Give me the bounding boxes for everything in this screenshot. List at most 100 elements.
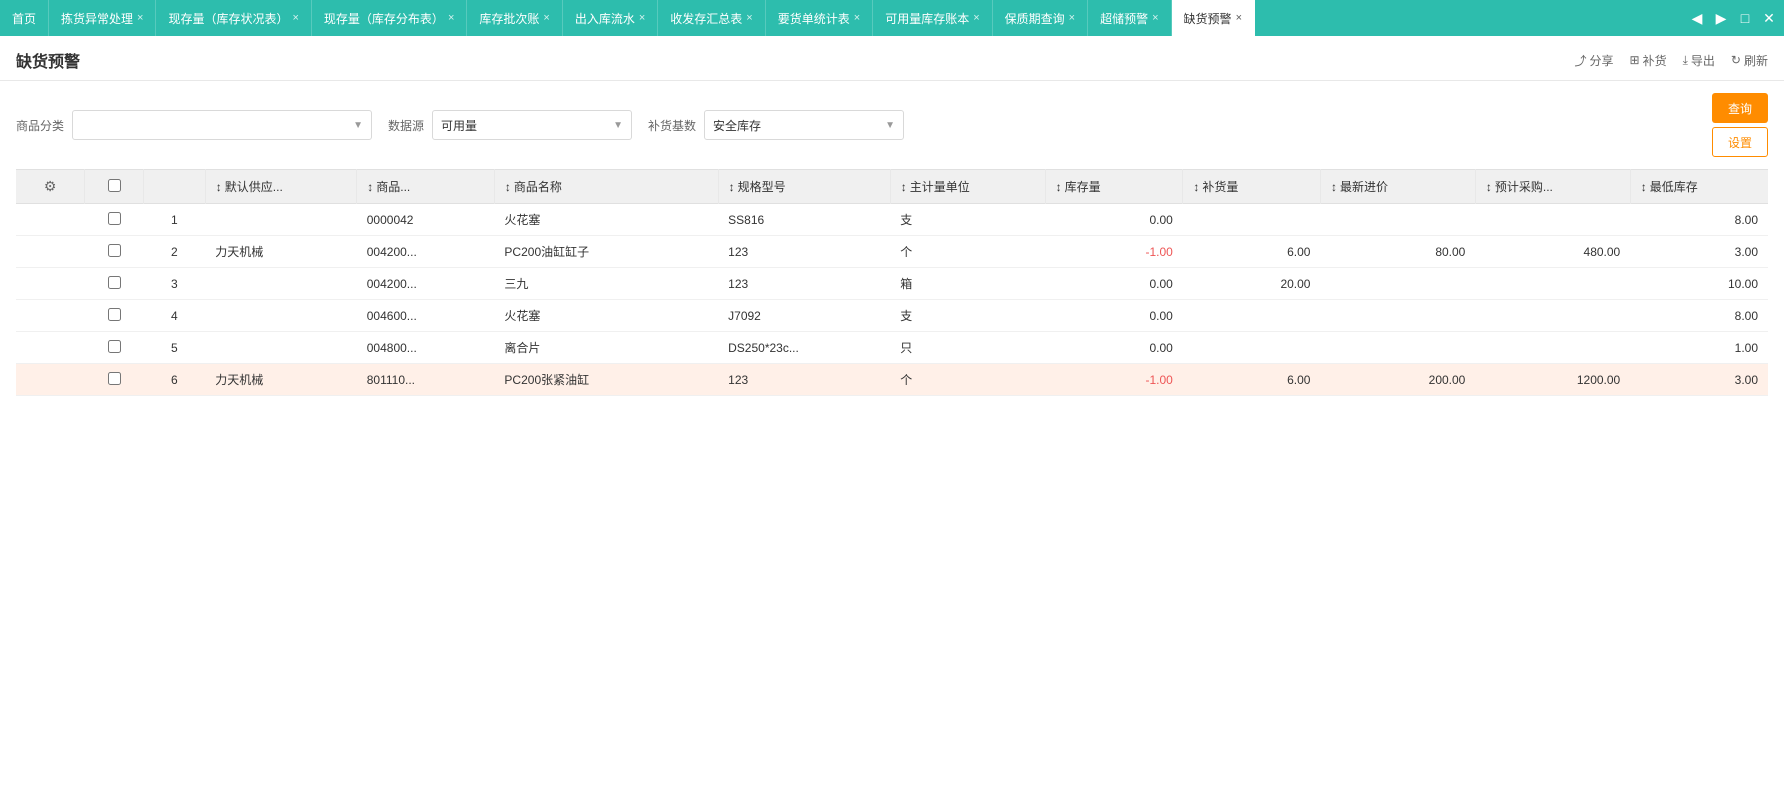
datasource-label: 数据源 xyxy=(388,117,424,134)
tab-overstock[interactable]: 超储预警 × xyxy=(1088,0,1171,36)
row-minstock-0: 8.00 xyxy=(1630,204,1768,236)
row-check-1[interactable] xyxy=(85,236,144,268)
datasource-filter-group: 数据源 可用量 ▼ xyxy=(388,110,632,140)
row-checkbox-2[interactable] xyxy=(108,276,121,289)
category-select[interactable]: ▼ xyxy=(72,110,372,140)
row-seq-2: 3 xyxy=(143,268,205,300)
row-checkbox-1[interactable] xyxy=(108,244,121,257)
row-seq-1: 2 xyxy=(143,236,205,268)
datasource-select[interactable]: 可用量 ▼ xyxy=(432,110,632,140)
col-supplier-sort-icon: ↕ xyxy=(216,180,222,194)
table-row: 2 力天机械 004200... PC200油缸缸子 123 个 -1.00 6… xyxy=(16,236,1768,268)
tab-overstock-close[interactable]: × xyxy=(1152,12,1158,24)
tab-shortage[interactable]: 缺货预警 × xyxy=(1172,0,1255,36)
row-checkbox-5[interactable] xyxy=(108,372,121,385)
column-settings-icon[interactable]: ⚙ xyxy=(44,178,57,194)
row-checkbox-3[interactable] xyxy=(108,308,121,321)
row-minstock-5: 3.00 xyxy=(1630,364,1768,396)
tab-stock-status-close[interactable]: × xyxy=(292,12,298,24)
query-button[interactable]: 查询 xyxy=(1712,93,1768,123)
row-name-4: 离合片 xyxy=(494,332,718,364)
datasource-value: 可用量 xyxy=(441,117,477,134)
tab-stock-dist-close[interactable]: × xyxy=(448,12,454,24)
row-code-5: 801110... xyxy=(357,364,495,396)
row-purchase-2 xyxy=(1475,268,1630,300)
tab-available-close[interactable]: × xyxy=(973,12,979,24)
tab-nav-btns: ◀ ▶ □ ✕ xyxy=(1682,7,1784,29)
select-all-checkbox[interactable] xyxy=(108,179,121,192)
tab-batch[interactable]: 库存批次账 × xyxy=(467,0,562,36)
col-minstock-sort-icon: ↕ xyxy=(1641,180,1647,194)
filter-actions: 查询 设置 xyxy=(1712,93,1768,157)
col-code: ↕ 商品... xyxy=(357,170,495,204)
datasource-chevron-icon: ▼ xyxy=(613,120,623,131)
col-name: ↕ 商品名称 xyxy=(494,170,718,204)
row-supplier-2 xyxy=(205,268,356,300)
share-icon: ⤴ xyxy=(1574,52,1586,69)
tab-exception[interactable]: 拣货异常处理 × xyxy=(49,0,156,36)
table-row: 6 力天机械 801110... PC200张紧油缸 123 个 -1.00 6… xyxy=(16,364,1768,396)
row-stock-2: 0.00 xyxy=(1045,268,1183,300)
replenish-base-label: 补货基数 xyxy=(648,117,696,134)
row-seq-5: 6 xyxy=(143,364,205,396)
tab-receivesummary-close[interactable]: × xyxy=(746,12,752,24)
row-supplier-3 xyxy=(205,300,356,332)
tab-available[interactable]: 可用量库存账本 × xyxy=(873,0,992,36)
row-check-0[interactable] xyxy=(85,204,144,236)
col-unit-sort-icon: ↕ xyxy=(901,180,907,194)
row-minstock-1: 3.00 xyxy=(1630,236,1768,268)
row-name-5: PC200张紧油缸 xyxy=(494,364,718,396)
row-supplier-5: 力天机械 xyxy=(205,364,356,396)
refresh-button[interactable]: ↻ 刷新 xyxy=(1731,52,1768,69)
col-minstock: ↕ 最低库存 xyxy=(1630,170,1768,204)
export-icon: ⤓ xyxy=(1683,53,1688,68)
row-check-2[interactable] xyxy=(85,268,144,300)
tab-exception-close[interactable]: × xyxy=(137,12,143,24)
tab-expiry-close[interactable]: × xyxy=(1069,12,1075,24)
replenish-button[interactable]: ⊞ 补货 xyxy=(1630,52,1667,69)
row-supplier-4 xyxy=(205,332,356,364)
row-check-4[interactable] xyxy=(85,332,144,364)
category-label: 商品分类 xyxy=(16,117,64,134)
export-button[interactable]: ⤓ 导出 xyxy=(1683,52,1715,69)
row-checkbox-0[interactable] xyxy=(108,212,121,225)
col-price: ↕ 最新进价 xyxy=(1320,170,1475,204)
tab-demand-close[interactable]: × xyxy=(854,12,860,24)
tab-stock-status[interactable]: 现存量（库存状况表） × xyxy=(156,0,311,36)
page-title: 缺货预警 xyxy=(16,48,80,72)
row-seq-4: 5 xyxy=(143,332,205,364)
tab-receivesummary[interactable]: 收发存汇总表 × xyxy=(658,0,765,36)
col-unit: ↕ 主计量单位 xyxy=(890,170,1045,204)
tab-next-btn[interactable]: ▶ xyxy=(1710,7,1732,29)
tab-expiry[interactable]: 保质期查询 × xyxy=(993,0,1088,36)
tab-pin-btn[interactable]: □ xyxy=(1734,7,1756,29)
row-code-1: 004200... xyxy=(357,236,495,268)
tab-prev-btn[interactable]: ◀ xyxy=(1686,7,1708,29)
col-supplier: ↕ 默认供应... xyxy=(205,170,356,204)
main-table: ⚙ ↕ 默认供应... ↕ 商 xyxy=(16,169,1768,396)
row-unit-2: 箱 xyxy=(890,268,1045,300)
tab-demand[interactable]: 要货单统计表 × xyxy=(766,0,873,36)
tab-home[interactable]: 首页 xyxy=(0,0,49,36)
row-gear-0 xyxy=(16,204,85,236)
tab-stock-dist[interactable]: 现存量（库存分布表） × xyxy=(312,0,467,36)
replenish-base-select[interactable]: 安全库存 ▼ xyxy=(704,110,904,140)
tab-batch-close[interactable]: × xyxy=(543,12,549,24)
row-seq-0: 1 xyxy=(143,204,205,236)
row-spec-3: J7092 xyxy=(718,300,890,332)
col-name-sort-icon: ↕ xyxy=(505,180,511,194)
tab-inout[interactable]: 出入库流水 × xyxy=(563,0,658,36)
row-code-2: 004200... xyxy=(357,268,495,300)
row-check-5[interactable] xyxy=(85,364,144,396)
tab-shortage-close[interactable]: × xyxy=(1236,12,1242,24)
col-replenish-sort-icon: ↕ xyxy=(1193,180,1199,194)
row-replenish-5: 6.00 xyxy=(1183,364,1321,396)
row-checkbox-4[interactable] xyxy=(108,340,121,353)
main-content: 缺货预警 ⤴ 分享 ⊞ 补货 ⤓ 导出 ↻ 刷新 商品分类 xyxy=(0,36,1784,796)
settings-button[interactable]: 设置 xyxy=(1712,127,1768,157)
tab-close-btn[interactable]: ✕ xyxy=(1758,7,1780,29)
tab-bar: 首页 拣货异常处理 × 现存量（库存状况表） × 现存量（库存分布表） × 库存… xyxy=(0,0,1784,36)
tab-inout-close[interactable]: × xyxy=(639,12,645,24)
share-button[interactable]: ⤴ 分享 xyxy=(1574,52,1613,69)
row-check-3[interactable] xyxy=(85,300,144,332)
